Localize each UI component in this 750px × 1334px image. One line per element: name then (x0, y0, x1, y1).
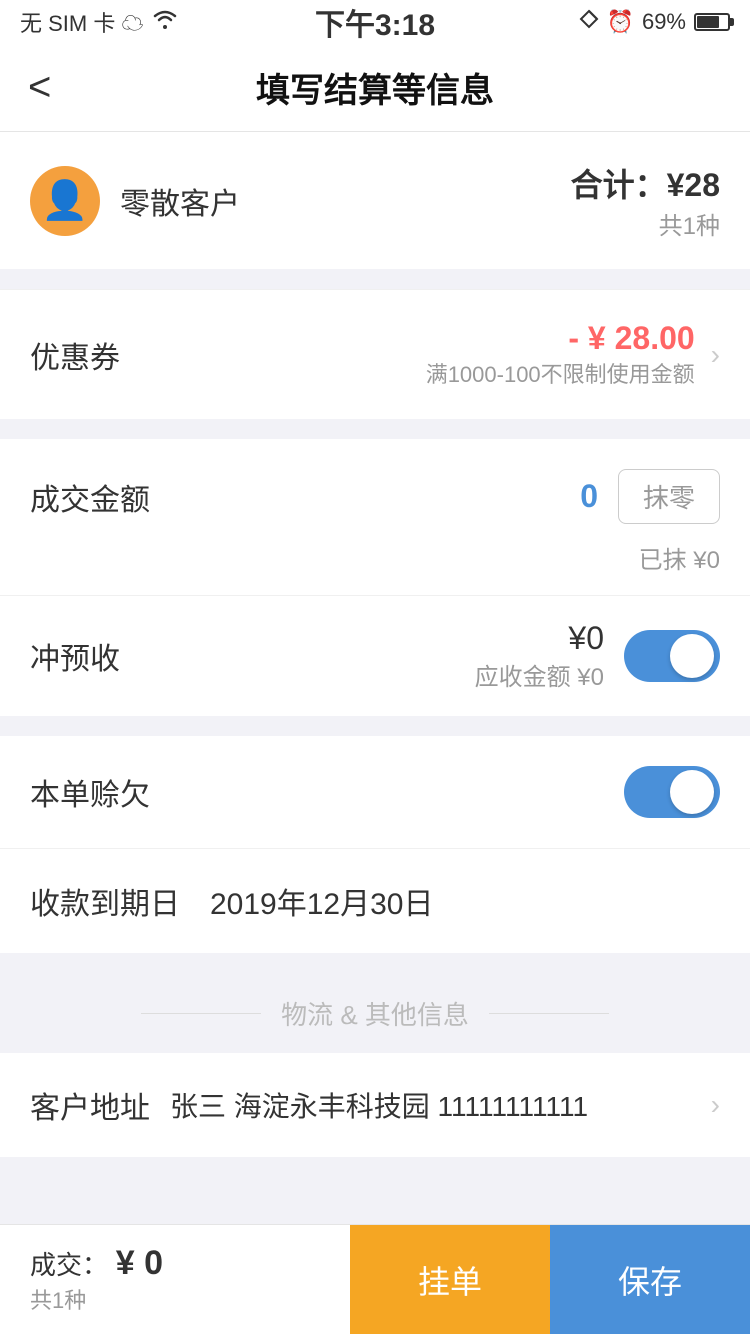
address-row[interactable]: 客户地址 张三 海淀永丰科技园 11111111111 › (0, 1053, 750, 1157)
hold-label: 挂单 (418, 1257, 482, 1303)
coupon-description: 满1000-100不限制使用金额 (426, 357, 695, 389)
total-count: 共1种 (571, 206, 720, 241)
rounded-sub: 已抹 ¥0 (30, 540, 720, 595)
save-label: 保存 (618, 1257, 682, 1303)
back-button[interactable]: < (28, 65, 51, 110)
content: 👤 零散客户 合计：¥28 共1种 优惠券 - ¥ 28.00 满1000-10… (0, 132, 750, 1277)
nav-bar: < 填写结算等信息 (0, 44, 750, 132)
address-label: 客户地址 (30, 1083, 150, 1127)
prepay-right: ¥0 应收金额 ¥0 (475, 620, 720, 692)
customer-right: 合计：¥28 共1种 (571, 160, 720, 241)
bottom-count: 共1种 (30, 1283, 320, 1315)
logistics-label: 物流 & 其他信息 (281, 995, 469, 1032)
coupon-right: - ¥ 28.00 满1000-100不限制使用金额 › (426, 320, 720, 389)
customer-section: 👤 零散客户 合计：¥28 共1种 (0, 132, 750, 269)
credit-toggle-knob (670, 770, 714, 814)
address-section: 客户地址 张三 海淀永丰科技园 11111111111 › (0, 1053, 750, 1157)
status-time: 下午3:18 (315, 0, 435, 44)
save-button[interactable]: 保存 (550, 1225, 750, 1334)
coupon-discount: - ¥ 28.00 (426, 320, 695, 357)
due-date-row: 收款到期日 2019年12月30日 (0, 848, 750, 953)
wifi-icon (151, 9, 179, 35)
coupon-label: 优惠券 (30, 333, 120, 377)
due-date-label: 收款到期日 (30, 879, 180, 923)
coupon-row[interactable]: 优惠券 - ¥ 28.00 满1000-100不限制使用金额 › (0, 289, 750, 419)
credit-section: 本单赊欠 收款到期日 2019年12月30日 (0, 736, 750, 953)
toggle-knob (670, 634, 714, 678)
customer-name: 零散客户 (120, 179, 240, 223)
prepay-receivable: 应收金额 ¥0 (475, 657, 604, 692)
deal-amount-label: 成交金额 (30, 475, 150, 519)
status-bar: 无 SIM 卡 ☁ 下午3:18 ⏰ 69% (0, 0, 750, 44)
credit-label: 本单赊欠 (30, 770, 150, 814)
bottom-summary: 成交： ¥ 0 共1种 (0, 1244, 350, 1315)
hold-button[interactable]: 挂单 (350, 1225, 550, 1334)
total-amount: 合计：¥28 (571, 160, 720, 206)
address-value: 张三 海淀永丰科技园 11111111111 (170, 1085, 711, 1125)
credit-row: 本单赊欠 (0, 736, 750, 848)
divider-line-left (141, 1013, 261, 1014)
bottom-deal-amount: ¥ 0 (116, 1244, 163, 1282)
customer-row: 👤 零散客户 合计：¥28 共1种 (0, 132, 750, 269)
avatar: 👤 (30, 166, 100, 236)
alarm-icon: ⏰ (607, 9, 634, 35)
divider-line-right (489, 1013, 609, 1014)
chevron-right-icon: › (711, 339, 720, 371)
prepay-label: 冲预收 (30, 634, 120, 678)
location-icon (579, 9, 599, 35)
credit-toggle[interactable] (624, 766, 720, 818)
deal-amount-value[interactable]: 0 (580, 478, 598, 515)
address-chevron-icon: › (711, 1089, 720, 1121)
prepay-row: 冲预收 ¥0 应收金额 ¥0 (0, 595, 750, 716)
bottom-deal-label: 成交： (30, 1250, 108, 1280)
avatar-icon: 👤 (41, 179, 88, 223)
round-button[interactable]: 抹零 (618, 469, 720, 524)
deal-amount-row: 成交金额 0 抹零 已抹 ¥0 (0, 439, 750, 595)
prepay-toggle[interactable] (624, 630, 720, 682)
due-date-value[interactable]: 2019年12月30日 (210, 879, 433, 923)
battery-percent: 69% (642, 9, 686, 35)
bottom-bar: 成交： ¥ 0 共1种 挂单 保存 (0, 1224, 750, 1334)
sim-label: 无 SIM 卡 ☁ (20, 6, 143, 38)
coupon-section: 优惠券 - ¥ 28.00 满1000-100不限制使用金额 › (0, 289, 750, 419)
status-right: ⏰ 69% (579, 9, 730, 35)
prepay-amount: ¥0 (475, 620, 604, 657)
status-left: 无 SIM 卡 ☁ (20, 6, 179, 38)
battery-icon (694, 13, 730, 31)
logistics-divider: 物流 & 其他信息 (0, 973, 750, 1053)
page-title: 填写结算等信息 (256, 63, 494, 112)
deal-amount-section: 成交金额 0 抹零 已抹 ¥0 冲预收 ¥0 应收金额 ¥0 (0, 439, 750, 716)
customer-left: 👤 零散客户 (30, 166, 240, 236)
